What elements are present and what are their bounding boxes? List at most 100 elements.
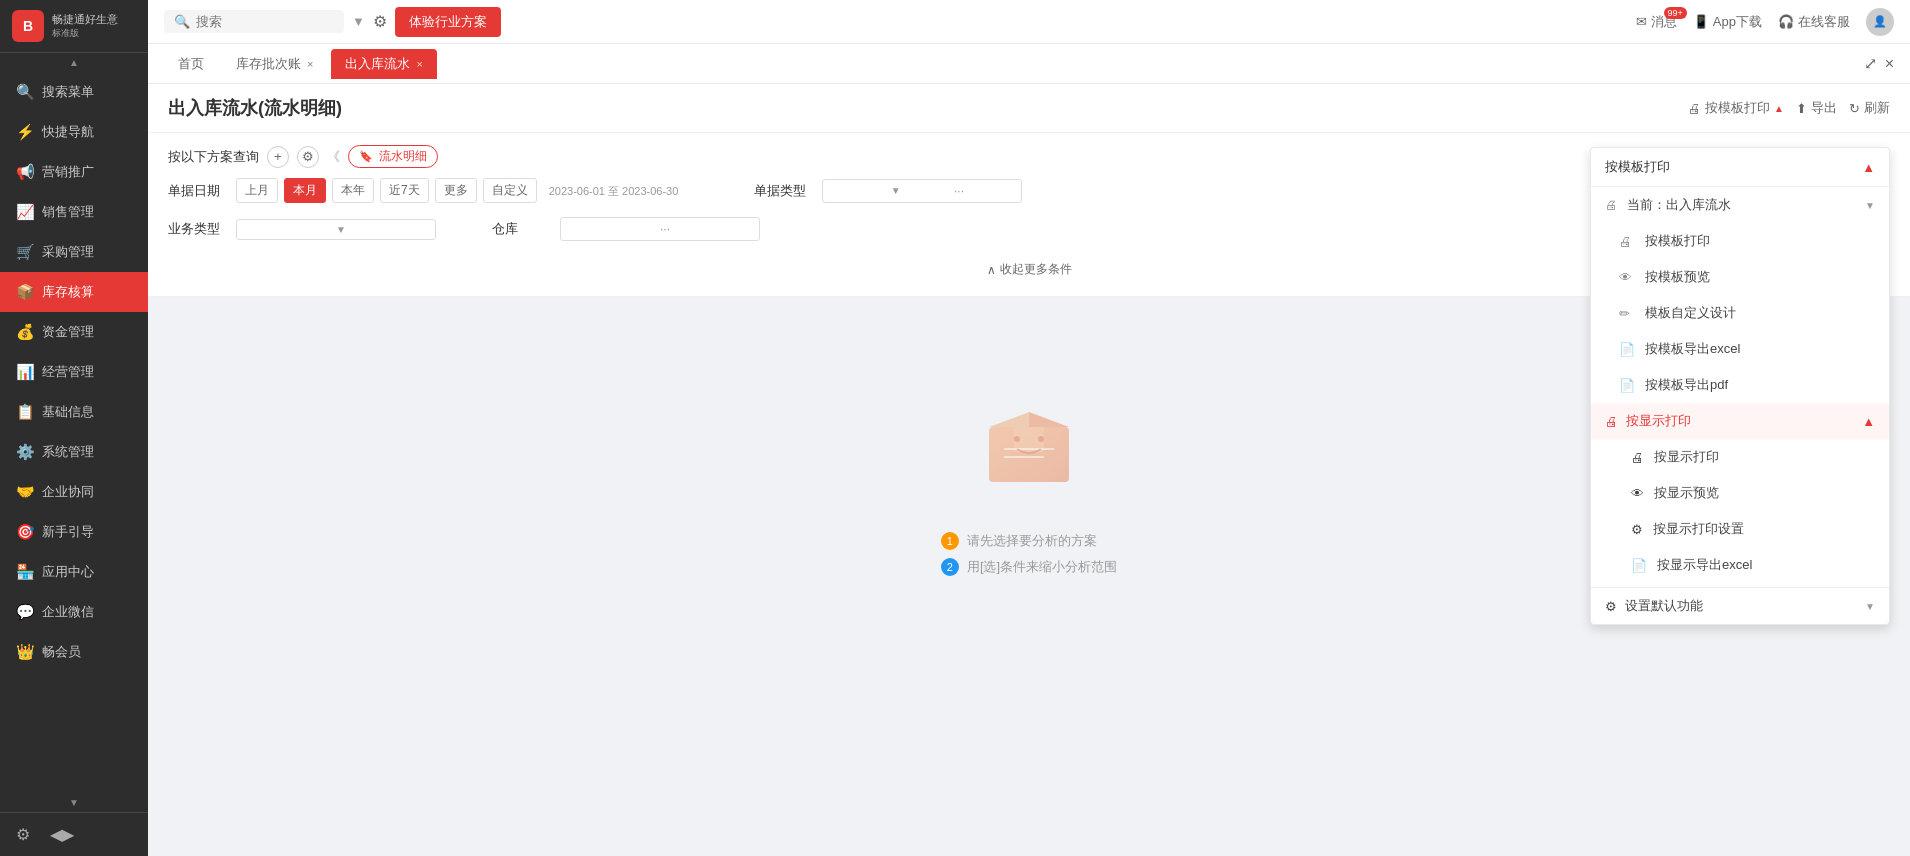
mobile-icon: 📱 — [1693, 14, 1709, 29]
trial-button[interactable]: 体验行业方案 — [395, 7, 501, 37]
business-type-label: 业务类型 — [168, 220, 228, 238]
warehouse-select[interactable]: ··· — [560, 217, 760, 241]
settings-footer-icon[interactable]: ⚙ — [16, 825, 30, 844]
tab-inventory-flow[interactable]: 出入库流水 × — [331, 49, 436, 79]
empty-icon-svg — [969, 377, 1089, 497]
sidebar-item-guide[interactable]: 🎯 新手引导 — [0, 512, 148, 552]
user-avatar[interactable]: 👤 — [1866, 8, 1894, 36]
date-btn-this-month[interactable]: 本月 — [284, 178, 326, 203]
display-print-settings-icon: ⚙ — [1631, 522, 1643, 537]
date-btn-last-7days[interactable]: 近7天 — [380, 178, 429, 203]
sidebar-item-finance[interactable]: 💰 资金管理 — [0, 312, 148, 352]
sidebar-item-purchase[interactable]: 🛒 采购管理 — [0, 232, 148, 272]
tip-text-1: 请先选择要分析的方案 — [967, 532, 1097, 550]
filter-add-button[interactable]: + — [267, 146, 289, 168]
tab-maximize-button[interactable]: ⤢ — [1864, 54, 1877, 73]
date-btn-more[interactable]: 更多 — [435, 178, 477, 203]
sidebar-item-system[interactable]: ⚙️ 系统管理 — [0, 432, 148, 472]
print-dropdown-arrow[interactable]: ▲ — [1774, 103, 1784, 114]
sidebar-item-marketing[interactable]: 📢 营销推广 — [0, 152, 148, 192]
sidebar-item-appcenter[interactable]: 🏪 应用中心 — [0, 552, 148, 592]
sidebar-scroll-up[interactable]: ▲ — [0, 53, 148, 72]
sidebar-item-vip[interactable]: 👑 畅会员 — [0, 632, 148, 672]
dropdown-current-item[interactable]: 🖨 当前：出入库流水 ▼ — [1591, 187, 1889, 223]
svg-point-7 — [1038, 436, 1044, 442]
refresh-button[interactable]: ↻ 刷新 — [1849, 99, 1890, 117]
sidebar-item-sales[interactable]: 📈 销售管理 — [0, 192, 148, 232]
dropdown-sub-item-display-print-settings[interactable]: ⚙ 按显示打印设置 — [1591, 511, 1889, 547]
message-icon: ✉ — [1636, 14, 1647, 29]
search-box[interactable]: 🔍 — [164, 10, 344, 33]
dropdown-header-arrow[interactable]: ▲ — [1862, 160, 1875, 175]
search-dropdown-icon[interactable]: ▼ — [352, 14, 365, 29]
settings-default-label: 设置默认功能 — [1625, 597, 1703, 615]
dropdown-sub-item-display-preview[interactable]: 👁 按显示预览 — [1591, 475, 1889, 511]
sidebar-nav: 🔍 搜索菜单 ⚡ 快捷导航 📢 营销推广 📈 销售管理 🛒 采购管理 📦 库存核… — [0, 72, 148, 793]
sidebar: B 畅捷通好生意 标准版 ▲ 🔍 搜索菜单 ⚡ 快捷导航 📢 营销推广 📈 销售… — [0, 0, 148, 856]
warehouse-more-icon[interactable]: ··· — [660, 222, 751, 236]
bill-type-more-icon[interactable]: ··· — [954, 184, 1013, 198]
tab-inventory-flow-close[interactable]: × — [416, 58, 422, 70]
filter-settings-button[interactable]: ⚙ — [297, 146, 319, 168]
sidebar-item-label: 库存核算 — [42, 283, 94, 301]
date-filter: 上月 本月 本年 近7天 更多 自定义 — [236, 178, 537, 203]
dropdown-sub-item-display-export-excel[interactable]: 📄 按显示导出excel — [1591, 547, 1889, 583]
business-type-select[interactable]: ▼ — [236, 219, 436, 240]
date-btn-last-month[interactable]: 上月 — [236, 178, 278, 203]
display-export-excel-icon: 📄 — [1631, 558, 1647, 573]
date-btn-custom[interactable]: 自定义 — [483, 178, 537, 203]
sidebar-scroll-down[interactable]: ▼ — [0, 793, 148, 812]
tab-close-button[interactable]: × — [1885, 54, 1894, 73]
inventory-icon: 📦 — [16, 283, 34, 301]
print-dropdown-panel: 按模板打印 ▲ 🖨 当前：出入库流水 ▼ 🖨 按模板打印 — [1590, 147, 1890, 625]
tab-inventory-batch-close[interactable]: × — [307, 58, 313, 70]
dropdown-footer[interactable]: ⚙ 设置默认功能 ▼ — [1591, 587, 1889, 624]
dropdown-item-template-customize[interactable]: ✏ 模板自定义设计 — [1591, 295, 1889, 331]
sidebar-item-basic[interactable]: 📋 基础信息 — [0, 392, 148, 432]
sidebar-item-operations[interactable]: 📊 经营管理 — [0, 352, 148, 392]
search-input[interactable] — [196, 14, 316, 29]
sidebar-item-quicknav[interactable]: ⚡ 快捷导航 — [0, 112, 148, 152]
sidebar-item-label: 快捷导航 — [42, 123, 94, 141]
filter-title: 按以下方案查询 — [168, 148, 259, 166]
tab-inventory-batch[interactable]: 库存批次账 × — [222, 49, 327, 79]
operations-icon: 📊 — [16, 363, 34, 381]
sidebar-logo: B 畅捷通好生意 标准版 — [0, 0, 148, 53]
header-actions: ✉ 消息 99+ 📱 App下载 🎧 在线客服 👤 — [1636, 8, 1894, 36]
date-filter-item: 单据日期 上月 本月 本年 近7天 更多 自定义 2023-06-01 至 20… — [168, 178, 678, 203]
display-section-header[interactable]: 🖨 按显示打印 ▲ — [1591, 403, 1889, 439]
date-btn-this-year[interactable]: 本年 — [332, 178, 374, 203]
collapse-sidebar-icon[interactable]: ◀▶ — [50, 825, 74, 844]
header-gear-button[interactable]: ⚙ — [373, 12, 387, 31]
template-customize-icon: ✏ — [1619, 306, 1635, 321]
dropdown-item-template-export-excel[interactable]: 📄 按模板导出excel — [1591, 331, 1889, 367]
display-section-icon: 🖨 — [1605, 414, 1618, 429]
print-template-button[interactable]: 🖨 按模板打印 ▲ — [1688, 99, 1784, 117]
sidebar-item-wechat[interactable]: 💬 企业微信 — [0, 592, 148, 632]
dropdown-item-template-preview[interactable]: 👁 按模板预览 — [1591, 259, 1889, 295]
sidebar-item-collab[interactable]: 🤝 企业协同 — [0, 472, 148, 512]
sidebar-item-inventory[interactable]: 📦 库存核算 — [0, 272, 148, 312]
settings-default-arrow[interactable]: ▼ — [1865, 601, 1875, 612]
bill-type-select[interactable]: ▼ ··· — [822, 179, 1022, 203]
app-download-action[interactable]: 📱 App下载 — [1693, 13, 1762, 31]
basic-icon: 📋 — [16, 403, 34, 421]
filter-collapse-icon[interactable]: 《 — [327, 148, 340, 166]
dropdown-item-template-print[interactable]: 🖨 按模板打印 — [1591, 223, 1889, 259]
sidebar-item-label: 系统管理 — [42, 443, 94, 461]
sidebar-item-search[interactable]: 🔍 搜索菜单 — [0, 72, 148, 112]
online-service-action[interactable]: 🎧 在线客服 — [1778, 13, 1850, 31]
sidebar-item-label: 企业微信 — [42, 603, 94, 621]
message-action[interactable]: ✉ 消息 99+ — [1636, 13, 1677, 31]
date-range-text: 2023-06-01 至 2023-06-30 — [549, 184, 679, 199]
page-content: 出入库流水(流水明细) 🖨 按模板打印 ▲ ⬆ 导出 ↻ 刷新 — [148, 84, 1910, 856]
filter-tag[interactable]: 🔖 流水明细 — [348, 145, 438, 168]
sidebar-item-label: 应用中心 — [42, 563, 94, 581]
tab-home[interactable]: 首页 — [164, 49, 218, 79]
current-arrow[interactable]: ▼ — [1865, 200, 1875, 211]
export-button[interactable]: ⬆ 导出 — [1796, 99, 1837, 117]
display-section-arrow[interactable]: ▲ — [1862, 414, 1875, 429]
dropdown-scroll: 🖨 当前：出入库流水 ▼ 🖨 按模板打印 👁 按模板预览 — [1591, 187, 1889, 587]
dropdown-sub-item-display-print[interactable]: 🖨 按显示打印 — [1591, 439, 1889, 475]
dropdown-item-template-export-pdf[interactable]: 📄 按模板导出pdf — [1591, 367, 1889, 403]
